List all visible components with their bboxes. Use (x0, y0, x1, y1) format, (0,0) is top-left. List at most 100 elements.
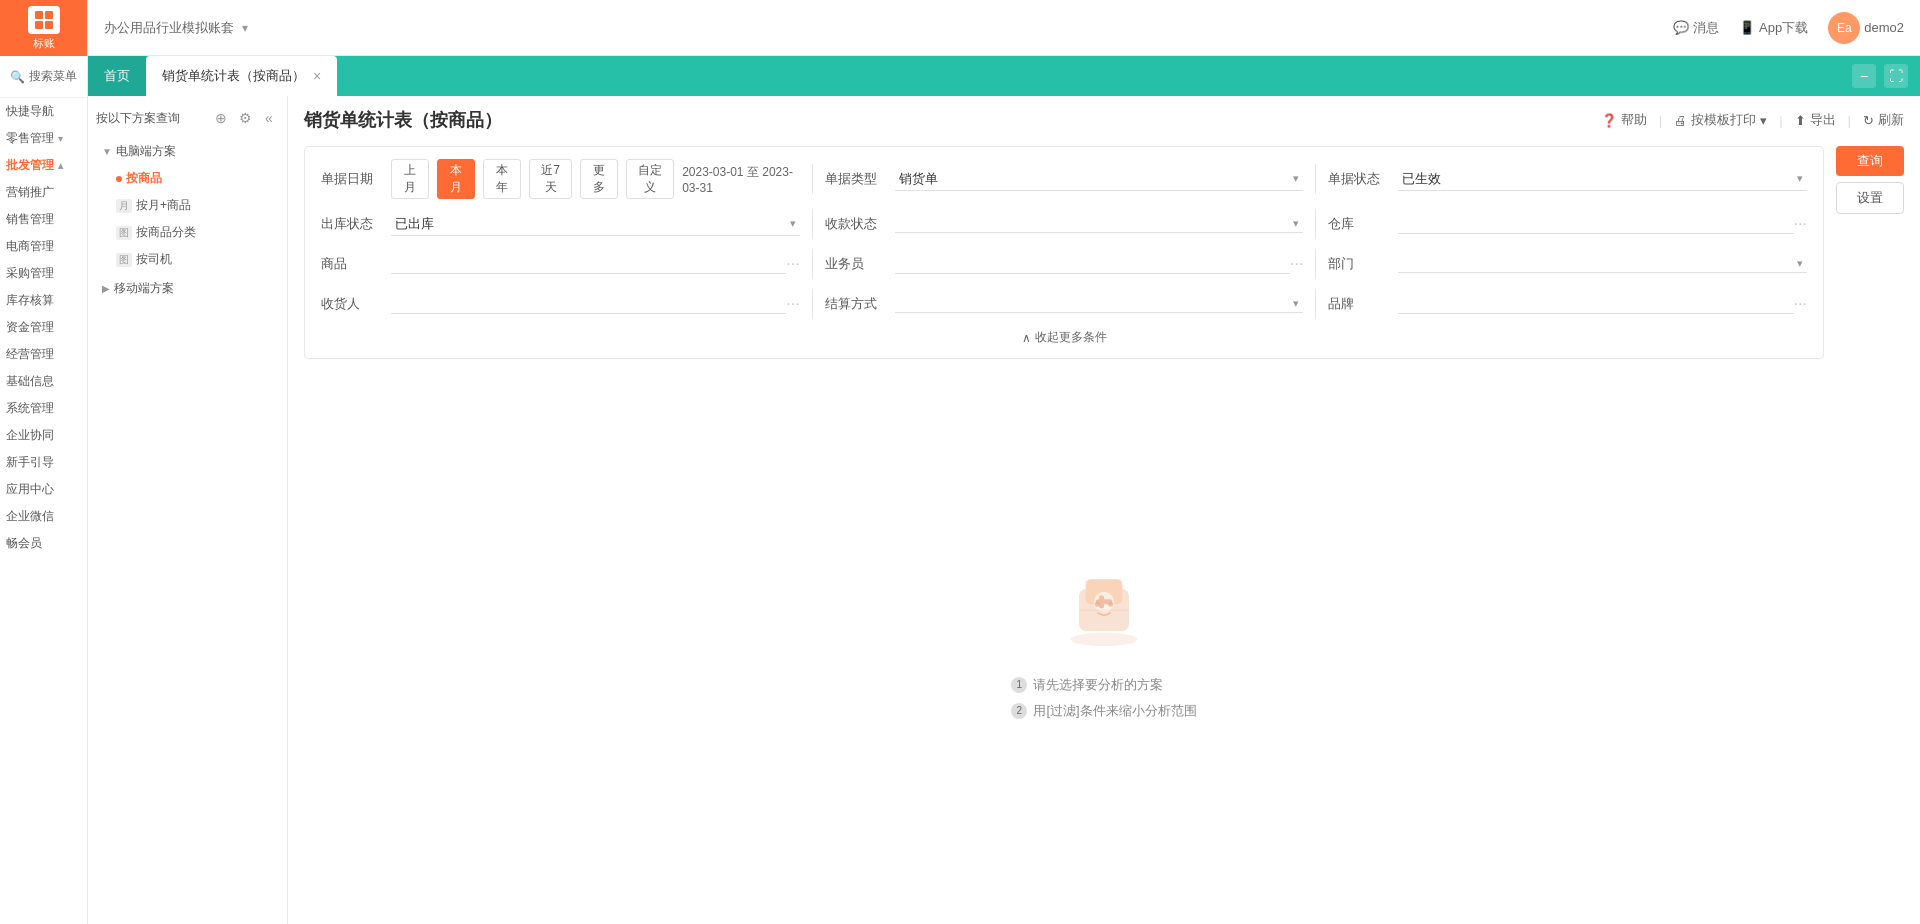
filter-storage-select[interactable]: 已出库 ▾ (391, 213, 800, 236)
query-button[interactable]: 查询 (1836, 146, 1904, 176)
tree-item-by-driver[interactable]: 图 按司机 (110, 246, 279, 273)
sidebar-item-retail[interactable]: 零售管理 ▾ (0, 125, 87, 152)
filter-salesman-dots[interactable]: ··· (1290, 255, 1303, 273)
filter-type-label: 单据类型 (825, 170, 895, 188)
date-btn-last-month[interactable]: 上月 (391, 159, 429, 199)
sidebar-item-apps[interactable]: 应用中心 (0, 476, 87, 503)
tree-group-mobile-label: 移动端方案 (114, 280, 174, 297)
filter-payment-method-item: 结算方式 ▾ (825, 295, 1304, 313)
print-button[interactable]: 🖨 按模板打印 ▾ (1674, 111, 1767, 129)
action-buttons: 查询 设置 (1836, 146, 1904, 214)
svg-rect-1 (45, 11, 53, 19)
refresh-button[interactable]: ↻ 刷新 (1863, 111, 1904, 129)
filter-brand-input[interactable] (1398, 294, 1793, 314)
content-area: 按以下方案查询 ⊕ ⚙ « ▼ 电脑端方案 按商品 (88, 96, 1920, 924)
refresh-icon: ↻ (1863, 113, 1874, 128)
tip-num-1: 1 (1011, 677, 1027, 693)
filter-status-select[interactable]: 已生效 ▾ (1398, 168, 1807, 191)
date-btn-this-month[interactable]: 本月 (437, 159, 475, 199)
filter-goods-input[interactable] (391, 254, 786, 274)
help-button[interactable]: ❓ 帮助 (1601, 111, 1647, 129)
sidebar-item-finance[interactable]: 资金管理 (0, 314, 87, 341)
tab-home[interactable]: 首页 (88, 56, 146, 96)
svg-rect-2 (35, 21, 43, 29)
top-bar-right: 💬 消息 📱 App下载 Ea demo2 (1673, 12, 1904, 44)
sidebar-item-wholesale[interactable]: 批发管理 ▴ (0, 152, 87, 179)
sidebar-item-quick-nav[interactable]: 快捷导航 (0, 98, 87, 125)
sidebar-item-marketing[interactable]: 营销推广 (0, 179, 87, 206)
tab-maximize-button[interactable]: ⛶ (1884, 64, 1908, 88)
date-btn-this-year[interactable]: 本年 (483, 159, 521, 199)
filter-payment-method-select[interactable]: ▾ (895, 295, 1304, 313)
sidebar-item-enterprise[interactable]: 企业协同 (0, 422, 87, 449)
settings-scheme-button[interactable]: ⚙ (235, 108, 255, 128)
add-scheme-button[interactable]: ⊕ (211, 108, 231, 128)
filter-receiver-input[interactable] (391, 294, 786, 314)
filter-type-select[interactable]: 销货单 ▾ (895, 168, 1304, 191)
sidebar-item-purchase[interactable]: 采购管理 (0, 260, 87, 287)
filter-payment-status-select[interactable]: ▾ (895, 215, 1304, 233)
filter-warehouse-input[interactable] (1398, 214, 1793, 234)
sidebar-item-guide[interactable]: 新手引导 (0, 449, 87, 476)
tab-minimize-button[interactable]: − (1852, 64, 1876, 88)
tab-close-button[interactable]: × (313, 68, 321, 84)
date-btn-7days[interactable]: 近7天 (529, 159, 573, 199)
filter-dept-chevron: ▾ (1797, 257, 1803, 270)
filter-goods-label: 商品 (321, 255, 391, 273)
tree-dot-by-product (116, 176, 122, 182)
sidebar-item-basic-info[interactable]: 基础信息 (0, 368, 87, 395)
sidebar-item-ecommerce[interactable]: 电商管理 (0, 233, 87, 260)
filter-section: 单据日期 上月 本月 本年 近7天 更多 自定义 (304, 146, 1824, 359)
collapse-button[interactable]: ∧ 收起更多条件 (1022, 329, 1107, 346)
print-icon: 🖨 (1674, 113, 1687, 128)
filter-storage-text: 已出库 (395, 215, 790, 233)
filter-brand-item: 品牌 ··· (1328, 294, 1807, 314)
filter-goods-dots[interactable]: ··· (786, 255, 799, 273)
message-icon: 💬 (1673, 20, 1689, 35)
avatar: Ea (1828, 12, 1860, 44)
separator3 (812, 209, 813, 239)
tree-item-by-product[interactable]: 按商品 (110, 165, 279, 192)
tab-sales-stats[interactable]: 销货单统计表（按商品） × (146, 56, 337, 96)
tree-item-by-category[interactable]: 图 按商品分类 (110, 219, 279, 246)
date-btn-custom[interactable]: 自定义 (626, 159, 674, 199)
search-menu-button[interactable]: 🔍 搜索菜单 (6, 64, 81, 89)
filter-payment-status-label: 收款状态 (825, 215, 895, 233)
app-download-button[interactable]: 📱 App下载 (1739, 19, 1808, 37)
user-profile[interactable]: Ea demo2 (1828, 12, 1904, 44)
svg-rect-9 (1099, 595, 1104, 608)
filter-brand-dots[interactable]: ··· (1794, 295, 1807, 313)
sidebar-item-member[interactable]: 畅会员 (0, 530, 87, 557)
filter-payment-status-value: ▾ (895, 215, 1304, 233)
sidebar-item-wechat[interactable]: 企业微信 (0, 503, 87, 530)
date-btn-more[interactable]: 更多 (580, 159, 618, 199)
sidebar-item-system[interactable]: 系统管理 (0, 395, 87, 422)
message-button[interactable]: 💬 消息 (1673, 19, 1719, 37)
download-icon: 📱 (1739, 20, 1755, 35)
filter-warehouse-label: 仓库 (1328, 215, 1398, 233)
filter-receiver-value: ··· (391, 294, 800, 314)
tree-group-mobile-header[interactable]: ▶ 移动端方案 (96, 275, 279, 302)
empty-state-tips: 1 请先选择要分析的方案 2 用[过滤]条件来缩小分析范围 (1011, 676, 1196, 728)
sidebar-item-inventory[interactable]: 库存核算 (0, 287, 87, 314)
retail-arrow: ▾ (58, 133, 63, 144)
sidebar-item-sales[interactable]: 销售管理 (0, 206, 87, 233)
tree-item-by-month-product[interactable]: 月 按月+商品 (110, 192, 279, 219)
tree-group-desktop-header[interactable]: ▼ 电脑端方案 (96, 138, 279, 165)
separator8 (1315, 289, 1316, 319)
collapse-panel-button[interactable]: « (259, 108, 279, 128)
top-bar-dropdown-icon[interactable]: ▾ (242, 21, 248, 35)
export-button[interactable]: ⬆ 导出 (1795, 111, 1836, 129)
filter-receiver-dots[interactable]: ··· (786, 295, 799, 313)
empty-state: 1 请先选择要分析的方案 2 用[过滤]条件来缩小分析范围 (304, 371, 1904, 912)
help-icon: ❓ (1601, 113, 1617, 128)
export-icon: ⬆ (1795, 113, 1806, 128)
filter-warehouse-dots[interactable]: ··· (1794, 215, 1807, 233)
filter-date-value: 上月 本月 本年 近7天 更多 自定义 2023-03-01 至 2023-03… (391, 159, 800, 199)
sidebar-item-operations[interactable]: 经营管理 (0, 341, 87, 368)
filter-salesman-input[interactable] (895, 254, 1290, 274)
settings-button[interactable]: 设置 (1836, 182, 1904, 214)
filter-dept-select[interactable]: ▾ (1398, 255, 1807, 273)
filter-receiver-item: 收货人 ··· (321, 294, 800, 314)
filter-warehouse-value: ··· (1398, 214, 1807, 234)
